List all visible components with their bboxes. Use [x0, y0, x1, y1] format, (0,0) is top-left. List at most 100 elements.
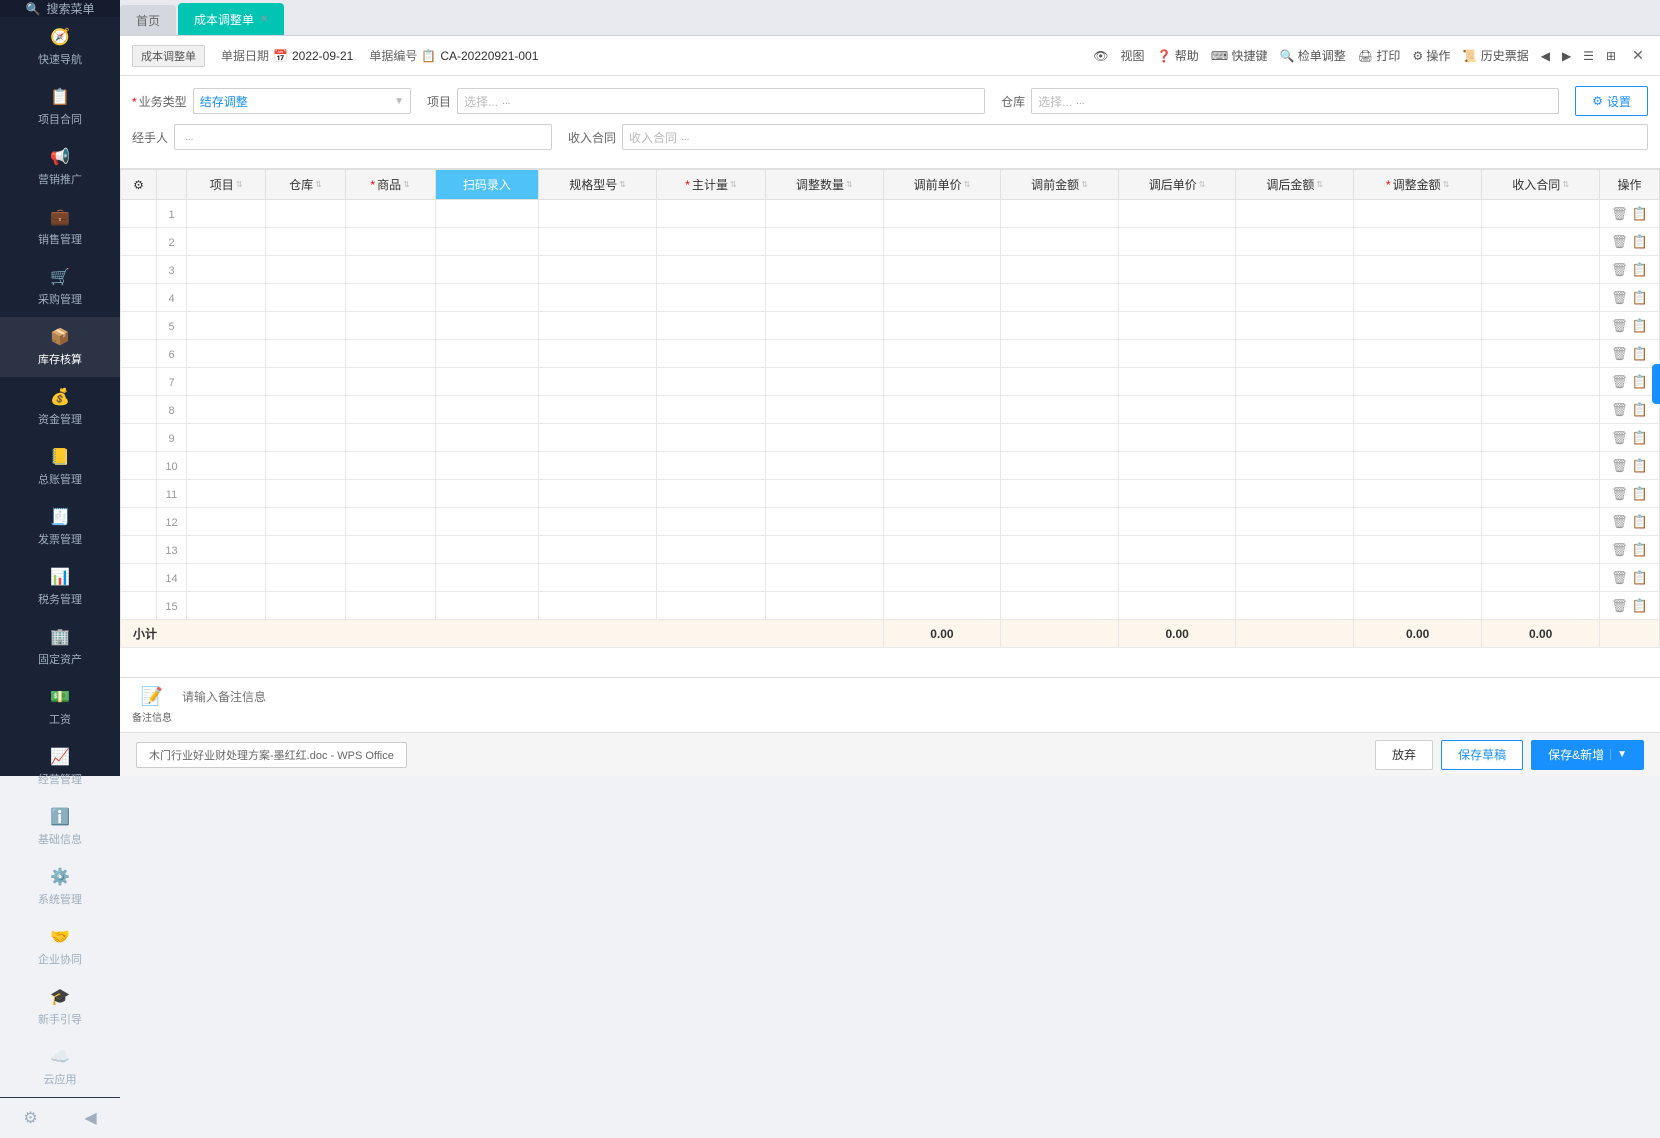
cell-product-9[interactable]: [345, 424, 435, 452]
cell-income_contract-4[interactable]: [1482, 284, 1600, 312]
cell-project-15[interactable]: [187, 592, 266, 620]
cell-pre_price-15[interactable]: [883, 592, 1001, 620]
cell-post_amount-4[interactable]: [1236, 284, 1354, 312]
cell-scan-8[interactable]: [435, 396, 539, 424]
cell-unit-13[interactable]: [656, 536, 765, 564]
cell-adj_amount-1[interactable]: [1354, 200, 1482, 228]
cell-pre_price-3[interactable]: [883, 256, 1001, 284]
copy-icon-13[interactable]: 📋: [1632, 542, 1648, 558]
cell-project-4[interactable]: [187, 284, 266, 312]
cell-pre_price-14[interactable]: [883, 564, 1001, 592]
cell-adj_qty-6[interactable]: [766, 340, 884, 368]
cell-warehouse-12[interactable]: [266, 508, 345, 536]
cell-adj_amount-14[interactable]: [1354, 564, 1482, 592]
delete-icon-8[interactable]: 🗑: [1611, 402, 1628, 418]
copy-icon-2[interactable]: 📋: [1632, 234, 1648, 250]
sidebar-item-ledger[interactable]: 📒 总账管理: [0, 437, 120, 497]
right-accent-handle[interactable]: [1652, 364, 1660, 404]
cell-unit-1[interactable]: [656, 200, 765, 228]
cell-income_contract-10[interactable]: [1482, 452, 1600, 480]
cell-warehouse-15[interactable]: [266, 592, 345, 620]
cell-project-9[interactable]: [187, 424, 266, 452]
taskbar-item[interactable]: 木门行业好业财处理方案-墨红红.doc - WPS Office: [136, 742, 407, 768]
col-sort-icon-post_amount[interactable]: ⇅: [1316, 180, 1323, 189]
cell-post_price-2[interactable]: [1118, 228, 1236, 256]
cell-adj_amount-11[interactable]: [1354, 480, 1482, 508]
cell-project-13[interactable]: [187, 536, 266, 564]
cell-post_amount-13[interactable]: [1236, 536, 1354, 564]
delete-icon-13[interactable]: 🗑: [1611, 542, 1628, 558]
save-new-dropdown-icon[interactable]: ▼: [1610, 749, 1627, 760]
cell-pre_amount-3[interactable]: [1001, 256, 1119, 284]
cell-spec-14[interactable]: [539, 564, 657, 592]
cell-unit-7[interactable]: [656, 368, 765, 396]
cell-scan-4[interactable]: [435, 284, 539, 312]
cell-income_contract-13[interactable]: [1482, 536, 1600, 564]
cell-post_price-7[interactable]: [1118, 368, 1236, 396]
delete-icon-3[interactable]: 🗑: [1611, 262, 1628, 278]
cell-unit-9[interactable]: [656, 424, 765, 452]
cell-product-5[interactable]: [345, 312, 435, 340]
cell-post_price-9[interactable]: [1118, 424, 1236, 452]
cell-post_amount-12[interactable]: [1236, 508, 1354, 536]
cell-product-12[interactable]: [345, 508, 435, 536]
sidebar-search-btn[interactable]: 🔍 搜索菜单: [26, 0, 95, 17]
cell-unit-8[interactable]: [656, 396, 765, 424]
delete-icon-1[interactable]: 🗑: [1611, 206, 1628, 222]
cell-spec-2[interactable]: [539, 228, 657, 256]
sidebar-item-payroll[interactable]: 💵 工资: [0, 677, 120, 737]
sidebar-item-sales-promo[interactable]: 📢 营销推广: [0, 137, 120, 197]
cell-post_amount-6[interactable]: [1236, 340, 1354, 368]
cell-scan-6[interactable]: [435, 340, 539, 368]
cell-unit-6[interactable]: [656, 340, 765, 368]
cell-unit-15[interactable]: [656, 592, 765, 620]
cell-adj_qty-10[interactable]: [766, 452, 884, 480]
delete-icon-7[interactable]: 🗑: [1611, 374, 1628, 390]
cell-warehouse-5[interactable]: [266, 312, 345, 340]
settings-button[interactable]: ⚙ 设置: [1575, 86, 1648, 116]
cell-spec-11[interactable]: [539, 480, 657, 508]
copy-icon-5[interactable]: 📋: [1632, 318, 1648, 334]
cell-scan-12[interactable]: [435, 508, 539, 536]
cell-pre_price-7[interactable]: [883, 368, 1001, 396]
cell-pre_amount-14[interactable]: [1001, 564, 1119, 592]
cell-pre_price-10[interactable]: [883, 452, 1001, 480]
cell-income_contract-11[interactable]: [1482, 480, 1600, 508]
delete-icon-9[interactable]: 🗑: [1611, 430, 1628, 446]
cell-spec-7[interactable]: [539, 368, 657, 396]
cell-adj_amount-13[interactable]: [1354, 536, 1482, 564]
sidebar-item-purchase-mgmt[interactable]: 🛒 采购管理: [0, 257, 120, 317]
cell-warehouse-4[interactable]: [266, 284, 345, 312]
copy-icon-7[interactable]: 📋: [1632, 374, 1648, 390]
copy-icon-15[interactable]: 📋: [1632, 598, 1648, 614]
sidebar-item-sales-mgmt[interactable]: 💼 销售管理: [0, 197, 120, 257]
cell-post_amount-11[interactable]: [1236, 480, 1354, 508]
cell-pre_amount-10[interactable]: [1001, 452, 1119, 480]
action-shortcut[interactable]: ⌨ 快捷键: [1211, 47, 1268, 64]
col-sort-icon-product[interactable]: ⇅: [403, 180, 410, 189]
handler-input[interactable]: ...: [174, 124, 552, 150]
cell-project-11[interactable]: [187, 480, 266, 508]
cell-warehouse-1[interactable]: [266, 200, 345, 228]
cell-income_contract-8[interactable]: [1482, 396, 1600, 424]
cell-post_amount-2[interactable]: [1236, 228, 1354, 256]
delete-icon-5[interactable]: 🗑: [1611, 318, 1628, 334]
cell-product-10[interactable]: [345, 452, 435, 480]
col-sort-icon-spec[interactable]: ⇅: [619, 180, 626, 189]
sidebar-item-system[interactable]: ⚙️ 系统管理: [0, 857, 120, 917]
copy-icon-10[interactable]: 📋: [1632, 458, 1648, 474]
settings-icon[interactable]: ⚙: [23, 1108, 37, 1128]
copy-icon-3[interactable]: 📋: [1632, 262, 1648, 278]
cell-pre_amount-1[interactable]: [1001, 200, 1119, 228]
cell-post_price-14[interactable]: [1118, 564, 1236, 592]
cell-pre_price-11[interactable]: [883, 480, 1001, 508]
cell-post_price-8[interactable]: [1118, 396, 1236, 424]
cell-income_contract-12[interactable]: [1482, 508, 1600, 536]
copy-icon-12[interactable]: 📋: [1632, 514, 1648, 530]
copy-icon-6[interactable]: 📋: [1632, 346, 1648, 362]
cell-product-15[interactable]: [345, 592, 435, 620]
cell-adj_amount-2[interactable]: [1354, 228, 1482, 256]
cell-spec-13[interactable]: [539, 536, 657, 564]
cell-adj_qty-2[interactable]: [766, 228, 884, 256]
col-sort-icon-project[interactable]: ⇅: [236, 180, 243, 189]
